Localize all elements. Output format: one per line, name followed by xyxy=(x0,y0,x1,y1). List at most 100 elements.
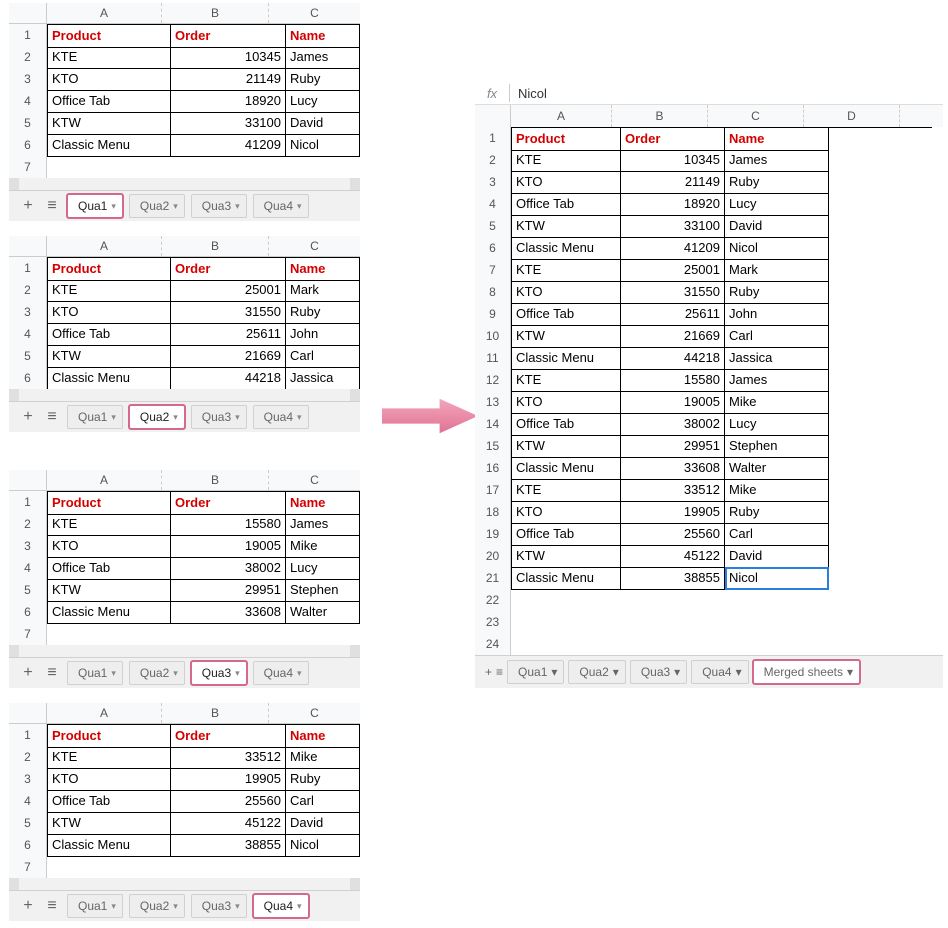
data-cell[interactable]: KTO xyxy=(511,501,621,524)
col-C[interactable]: C xyxy=(708,105,804,127)
tab-qua3[interactable]: Qua3▾ xyxy=(630,660,687,684)
col-B[interactable]: B xyxy=(612,105,708,127)
data-cell[interactable] xyxy=(619,589,722,611)
tab-qua1[interactable]: Qua1▾ xyxy=(67,661,123,685)
chevron-down-icon[interactable]: ▾ xyxy=(111,901,116,912)
data-cell[interactable]: 31550 xyxy=(621,281,725,304)
tab-qua2[interactable]: Qua2▾ xyxy=(129,194,185,218)
row-num[interactable]: 1 xyxy=(9,24,47,46)
row-num[interactable]: 11 xyxy=(475,347,511,369)
data-cell[interactable]: 15580 xyxy=(621,369,725,392)
chevron-down-icon[interactable]: ▾ xyxy=(297,668,302,679)
row-num[interactable]: 12 xyxy=(475,369,511,391)
row-num[interactable]: 3 xyxy=(475,171,511,193)
data-cell[interactable]: KTE xyxy=(47,46,171,69)
data-cell[interactable]: 21669 xyxy=(621,325,725,348)
row-num[interactable]: 5 xyxy=(475,215,511,237)
hdr-product[interactable]: Product xyxy=(47,24,171,48)
tab-qua3[interactable]: Qua3▾ xyxy=(191,405,247,429)
tab-qua1[interactable]: Qua1▾ xyxy=(67,894,123,918)
chevron-down-icon[interactable]: ▾ xyxy=(111,412,116,423)
row-num[interactable]: 6 xyxy=(475,237,511,259)
tab-qua4[interactable]: Qua4▾ xyxy=(253,194,309,218)
chevron-down-icon[interactable]: ▾ xyxy=(235,901,240,912)
all-sheets-icon[interactable]: ≡ xyxy=(43,897,61,915)
data-cell[interactable]: Ruby xyxy=(725,281,829,304)
data-cell[interactable]: KTE xyxy=(511,479,621,502)
h-scrollbar[interactable] xyxy=(9,878,360,890)
data-cell[interactable]: Lucy xyxy=(725,193,829,216)
h-scrollbar[interactable] xyxy=(9,389,360,401)
data-cell[interactable]: Office Tab xyxy=(511,523,621,546)
data-cell[interactable]: 29951 xyxy=(621,435,725,458)
data-cell[interactable]: Stephen xyxy=(725,435,829,458)
data-cell[interactable]: 45122 xyxy=(621,545,725,568)
data-cell[interactable] xyxy=(722,611,825,633)
chevron-down-icon[interactable]: ▾ xyxy=(736,665,742,679)
data-cell[interactable] xyxy=(511,589,619,611)
data-cell[interactable]: Classic Menu xyxy=(511,347,621,370)
hdr-name[interactable]: Name xyxy=(286,24,360,48)
select-all[interactable] xyxy=(9,236,47,256)
row-num[interactable]: 5 xyxy=(9,112,47,134)
data-cell[interactable]: Classic Menu xyxy=(511,567,621,590)
data-cell[interactable]: Carl xyxy=(725,523,829,546)
data-cell[interactable] xyxy=(511,633,619,655)
data-cell[interactable]: KTW xyxy=(511,215,621,238)
chevron-down-icon[interactable]: ▾ xyxy=(297,901,302,912)
row-num[interactable]: 7 xyxy=(9,156,47,178)
data-cell[interactable]: 18920 xyxy=(621,193,725,216)
data-cell[interactable]: 33100 xyxy=(171,112,286,135)
data-cell[interactable]: 25001 xyxy=(621,259,725,282)
tab-qua2[interactable]: Qua2▾ xyxy=(568,660,625,684)
row-num[interactable]: 19 xyxy=(475,523,511,545)
data-cell[interactable]: David xyxy=(725,215,829,238)
row-num[interactable]: 16 xyxy=(475,457,511,479)
row-num[interactable]: 20 xyxy=(475,545,511,567)
row-num[interactable]: 1 xyxy=(475,127,511,149)
col-A[interactable]: A xyxy=(47,236,162,256)
formula-bar[interactable]: fx Nicol xyxy=(475,82,943,105)
all-sheets-icon[interactable]: ≡ xyxy=(43,197,61,215)
select-all[interactable] xyxy=(9,703,47,723)
data-cell[interactable]: David xyxy=(725,545,829,568)
data-cell[interactable]: 38855 xyxy=(621,567,725,590)
col-B[interactable]: B xyxy=(162,703,269,723)
all-sheets-icon[interactable]: ≡ xyxy=(43,664,61,682)
tab-merged-sheets[interactable]: Merged sheets▾ xyxy=(753,660,860,684)
tab-qua2[interactable]: Qua2▾ xyxy=(129,405,185,429)
data-cell[interactable]: Lucy xyxy=(286,90,360,113)
chevron-down-icon[interactable]: ▾ xyxy=(173,201,178,212)
tab-qua4[interactable]: Qua4▾ xyxy=(253,894,309,918)
tab-qua4[interactable]: Qua4▾ xyxy=(253,661,309,685)
chevron-down-icon[interactable]: ▾ xyxy=(235,412,240,423)
data-cell[interactable]: Name xyxy=(725,127,829,151)
add-sheet-icon[interactable]: + xyxy=(485,665,492,679)
chevron-down-icon[interactable]: ▾ xyxy=(847,665,853,679)
col-C[interactable]: C xyxy=(269,3,360,23)
data-cell[interactable]: 33512 xyxy=(621,479,725,502)
data-cell[interactable]: KTW xyxy=(47,112,171,135)
data-cell[interactable]: Classic Menu xyxy=(47,134,171,157)
data-cell[interactable]: 33100 xyxy=(621,215,725,238)
chevron-down-icon[interactable]: ▾ xyxy=(235,668,240,679)
row-num[interactable]: 6 xyxy=(9,134,47,156)
row-num[interactable]: 14 xyxy=(475,413,511,435)
add-sheet-icon[interactable]: + xyxy=(19,897,37,915)
data-cell[interactable]: KTW xyxy=(511,435,621,458)
data-cell[interactable] xyxy=(619,633,722,655)
h-scrollbar[interactable] xyxy=(9,645,360,657)
chevron-down-icon[interactable]: ▾ xyxy=(613,665,619,679)
row-num[interactable]: 2 xyxy=(9,46,47,68)
row-num[interactable]: 4 xyxy=(9,90,47,112)
data-cell[interactable]: John xyxy=(725,303,829,326)
data-cell[interactable] xyxy=(722,589,825,611)
data-cell[interactable]: 33608 xyxy=(621,457,725,480)
row-num[interactable]: 4 xyxy=(475,193,511,215)
data-cell[interactable]: James xyxy=(725,369,829,392)
data-cell[interactable]: Walter xyxy=(725,457,829,480)
data-cell[interactable]: Order xyxy=(621,127,725,151)
select-all[interactable] xyxy=(9,3,47,23)
add-sheet-icon[interactable]: + xyxy=(19,664,37,682)
data-cell[interactable]: Ruby xyxy=(286,68,360,91)
